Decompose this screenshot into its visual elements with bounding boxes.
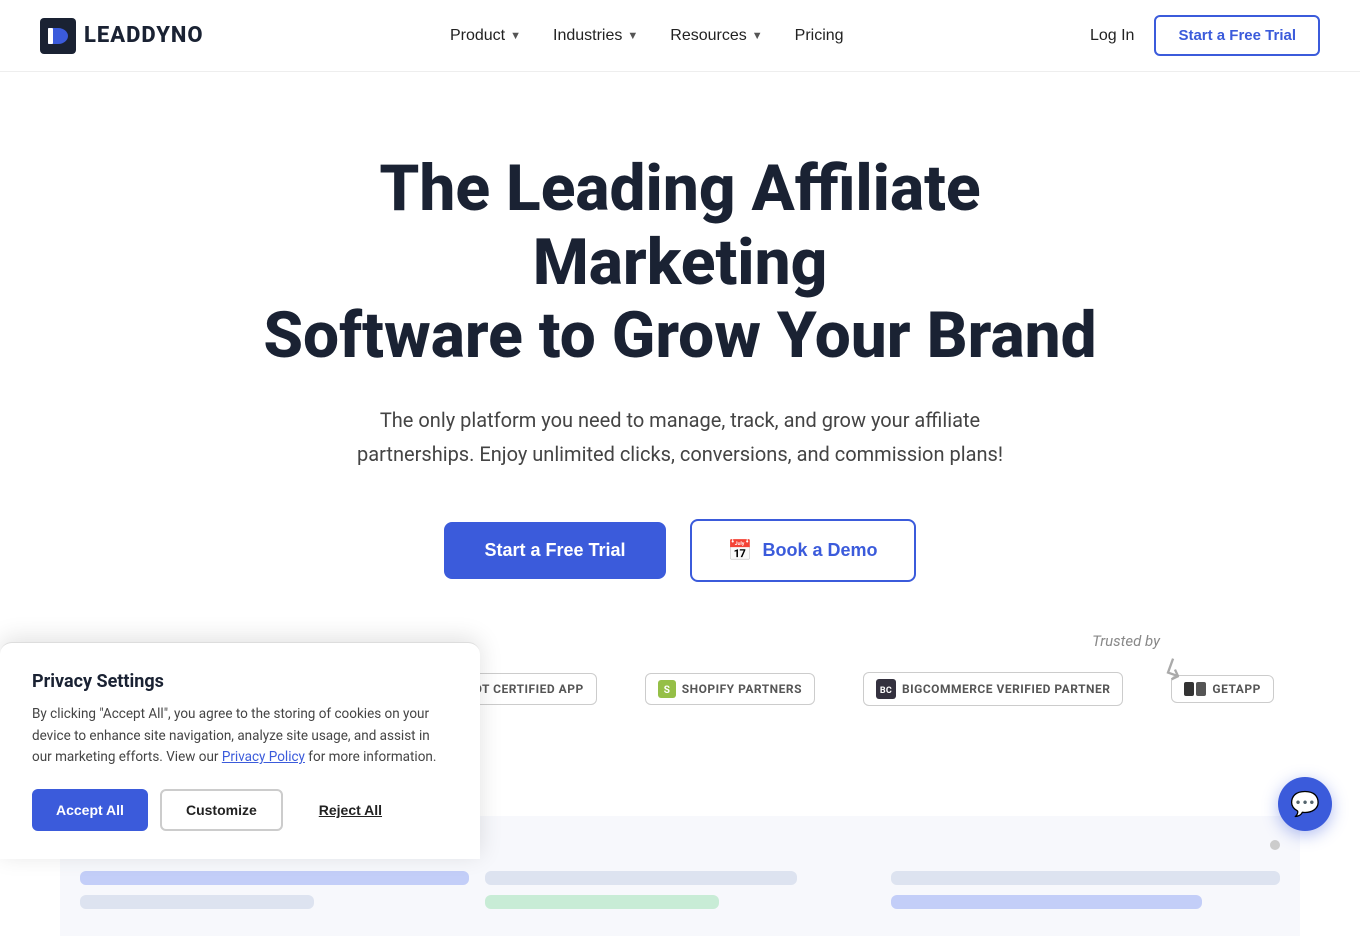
privacy-title: Privacy Settings — [32, 671, 448, 692]
trusted-label: Trusted by — [1092, 632, 1160, 650]
chevron-down-icon: ▼ — [627, 30, 638, 42]
bigcommerce-badge: BC BigCommerce VERIFIED PARTNER — [863, 672, 1123, 706]
chevron-down-icon: ▼ — [752, 30, 763, 42]
privacy-policy-link[interactable]: Privacy Policy — [222, 749, 305, 765]
customize-button[interactable]: Customize — [160, 789, 283, 831]
dash-col-2 — [485, 871, 874, 919]
dash-col-3 — [891, 871, 1280, 919]
dash-bar-6 — [891, 895, 1202, 909]
chevron-down-icon: ▼ — [510, 30, 521, 42]
login-button[interactable]: Log In — [1090, 27, 1134, 45]
privacy-text: By clicking "Accept All", you agree to t… — [32, 704, 448, 769]
dash-col-1 — [80, 871, 469, 919]
nav-trial-button[interactable]: Start a Free Trial — [1154, 15, 1320, 56]
hero-buttons: Start a Free Trial 📅 Book a Demo — [20, 519, 1340, 582]
nav-pricing[interactable]: Pricing — [795, 27, 844, 45]
hero-trial-button[interactable]: Start a Free Trial — [444, 522, 665, 579]
calendar-icon: 📅 — [728, 538, 753, 563]
nav-industries[interactable]: Industries ▼ — [553, 27, 638, 45]
chat-icon: 💬 — [1290, 790, 1320, 819]
dash-bar-1 — [80, 871, 469, 885]
nav-resources[interactable]: Resources ▼ — [670, 27, 762, 45]
hero-headline: The Leading Affiliate Marketing Software… — [230, 152, 1130, 373]
nav-links: Product ▼ Industries ▼ Resources ▼ Prici… — [450, 27, 844, 45]
hero-demo-button[interactable]: 📅 Book a Demo — [690, 519, 916, 582]
logo-link[interactable]: LEADDYNO — [40, 18, 204, 54]
svg-text:BC: BC — [880, 686, 892, 696]
privacy-banner: Privacy Settings By clicking "Accept All… — [0, 642, 480, 859]
nav-product[interactable]: Product ▼ — [450, 27, 521, 45]
logo-icon — [40, 18, 76, 54]
getapp-badge: GetApp — [1171, 675, 1273, 703]
navigation: LEADDYNO Product ▼ Industries ▼ Resource… — [0, 0, 1360, 72]
bigcommerce-icon: BC — [876, 679, 896, 699]
dashboard-rows — [80, 871, 1280, 919]
svg-text:S: S — [663, 685, 669, 696]
shopify-icon: S — [658, 680, 676, 698]
chat-button[interactable]: 💬 — [1278, 777, 1332, 831]
hero-subtext: The only platform you need to manage, tr… — [340, 403, 1020, 471]
reject-all-button[interactable]: Reject All — [295, 789, 406, 831]
accept-all-button[interactable]: Accept All — [32, 789, 148, 831]
shopify-badge: S shopify partners — [645, 673, 815, 705]
nav-actions: Log In Start a Free Trial — [1090, 15, 1320, 56]
logo-text: LEADDYNO — [84, 23, 204, 48]
dash-bar-5 — [891, 871, 1280, 885]
dash-bar-3 — [485, 871, 796, 885]
dash-bar-4 — [485, 895, 719, 909]
dash-bar-2 — [80, 895, 314, 909]
dashboard-dot — [1270, 840, 1280, 850]
getapp-icon — [1184, 682, 1206, 696]
privacy-buttons: Accept All Customize Reject All — [32, 789, 448, 831]
